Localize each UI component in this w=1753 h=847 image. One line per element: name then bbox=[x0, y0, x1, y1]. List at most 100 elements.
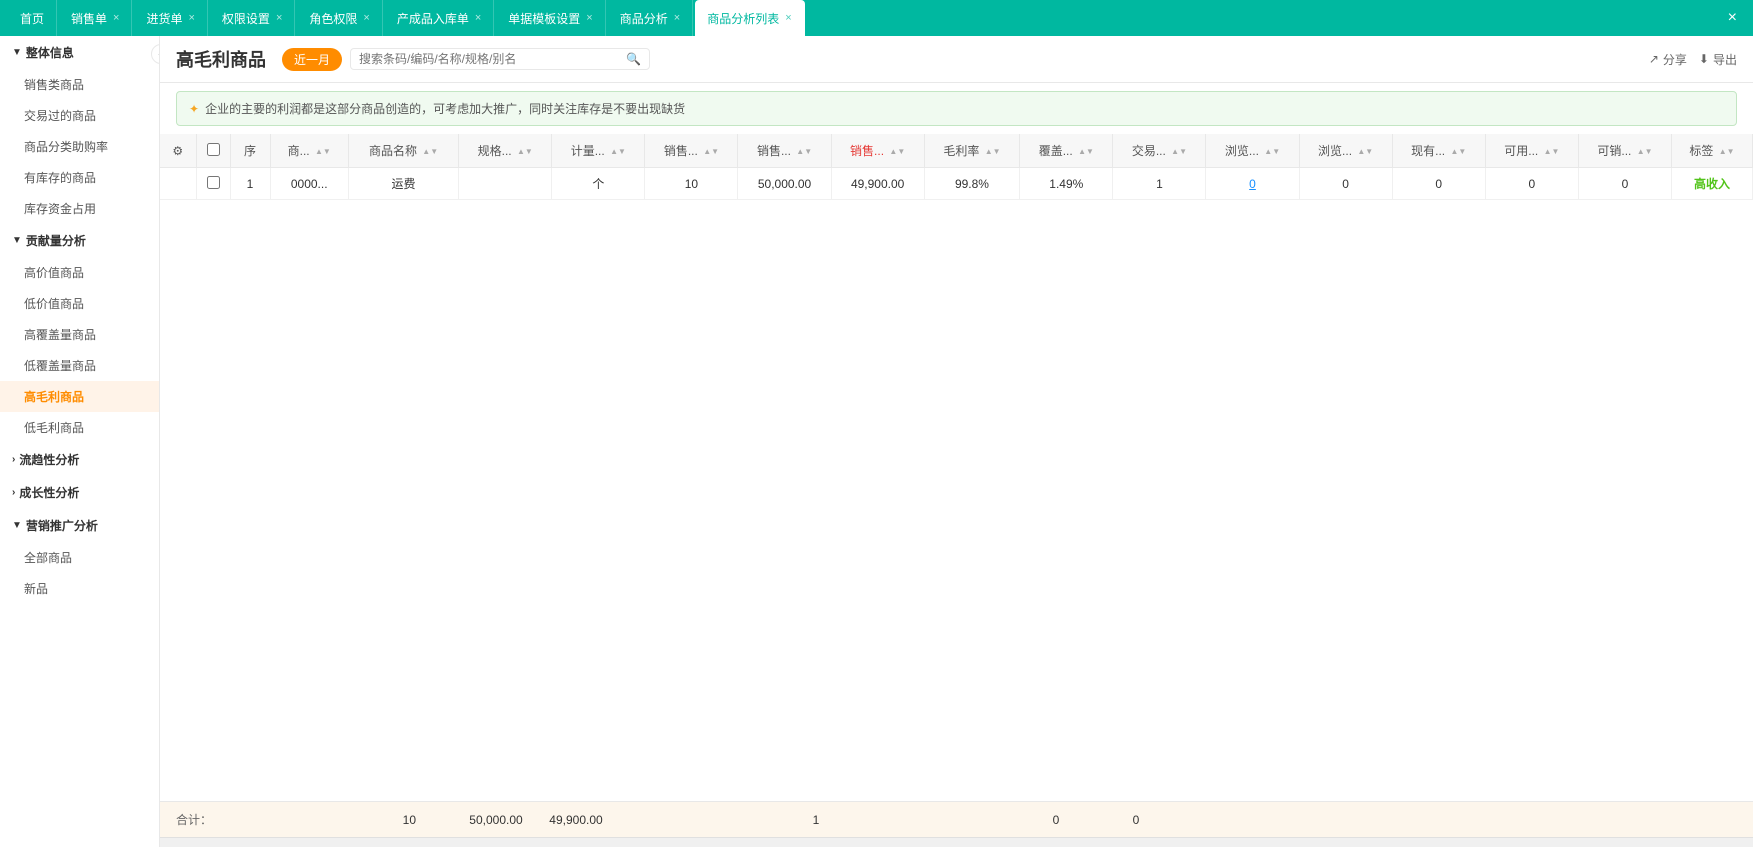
cell-settings bbox=[160, 168, 196, 200]
horizontal-scrollbar[interactable] bbox=[160, 837, 1753, 847]
footer-available-stock: 0 bbox=[1096, 813, 1176, 827]
arrow-contribution: ▼ bbox=[12, 235, 22, 246]
sort-views2: ▲▼ bbox=[1357, 148, 1373, 156]
top-nav: 首页 销售单 × 进货单 × 权限设置 × 角色权限 × 产成品入库单 × 单据… bbox=[0, 0, 1753, 36]
page-title: 高毛利商品 bbox=[176, 46, 266, 72]
sidebar-group-overall[interactable]: ▼ 整体信息 bbox=[0, 36, 159, 69]
sort-gross-margin: ▲▼ bbox=[985, 148, 1001, 156]
col-sellable-stock[interactable]: 可销... ▲▼ bbox=[1578, 134, 1671, 168]
nav-tab-analysis[interactable]: 商品分析 × bbox=[608, 0, 693, 36]
sidebar-group-trend[interactable]: › 流趋性分析 bbox=[0, 443, 159, 476]
sort-sales-amount: ▲▼ bbox=[796, 148, 812, 156]
arrow-marketing: ▼ bbox=[12, 520, 22, 531]
sidebar-item-category-assist[interactable]: 商品分类助购率 bbox=[0, 131, 159, 162]
nav-tab-permissions[interactable]: 权限设置 × bbox=[210, 0, 295, 36]
footer-transaction: 1 bbox=[776, 813, 856, 827]
sort-available-stock: ▲▼ bbox=[1544, 148, 1560, 156]
sidebar-item-sales-goods[interactable]: 销售类商品 bbox=[0, 69, 159, 100]
nav-tab-product-inbound[interactable]: 产成品入库单 × bbox=[385, 0, 494, 36]
col-name[interactable]: 商品名称 ▲▼ bbox=[348, 134, 458, 168]
col-views1[interactable]: 浏览... ▲▼ bbox=[1206, 134, 1299, 168]
close-permissions-tab[interactable]: × bbox=[276, 12, 282, 24]
export-icon: ⬇ bbox=[1699, 52, 1709, 66]
table-container: ⚙ 序 商... ▲▼ 商品名称 bbox=[160, 134, 1753, 801]
footer-spacer4 bbox=[936, 813, 1016, 827]
sidebar-item-high-margin[interactable]: 高毛利商品 bbox=[0, 381, 159, 412]
footer-spacer3 bbox=[856, 813, 936, 827]
search-input[interactable] bbox=[359, 52, 626, 66]
close-analysis-list-tab[interactable]: × bbox=[785, 12, 791, 24]
sidebar-group-growth[interactable]: › 成长性分析 bbox=[0, 476, 159, 509]
sidebar-item-low-value[interactable]: 低价值商品 bbox=[0, 288, 159, 319]
sidebar: « ▼ 整体信息 销售类商品 交易过的商品 商品分类助购率 有库存的商品 库存资… bbox=[0, 36, 160, 847]
col-tag[interactable]: 标签 ▲▼ bbox=[1672, 134, 1753, 168]
nav-tab-home[interactable]: 首页 bbox=[8, 0, 57, 36]
cell-coverage: 1.49% bbox=[1020, 168, 1113, 200]
sidebar-item-low-coverage[interactable]: 低覆盖量商品 bbox=[0, 350, 159, 381]
col-sales-qty[interactable]: 销售... ▲▼ bbox=[645, 134, 738, 168]
nav-tab-analysis-list[interactable]: 商品分析列表 × bbox=[695, 0, 804, 36]
sidebar-item-traded-goods[interactable]: 交易过的商品 bbox=[0, 100, 159, 131]
select-all-checkbox[interactable] bbox=[207, 143, 220, 156]
filter-month-btn[interactable]: 近一月 bbox=[282, 48, 342, 71]
col-unit[interactable]: 计量... ▲▼ bbox=[552, 134, 645, 168]
table-header-row: ⚙ 序 商... ▲▼ 商品名称 bbox=[160, 134, 1753, 168]
header-actions: ↗ 分享 ⬇ 导出 bbox=[1649, 51, 1737, 68]
sidebar-item-all-goods[interactable]: 全部商品 bbox=[0, 542, 159, 573]
close-product-inbound-tab[interactable]: × bbox=[475, 12, 481, 24]
sort-sales-profit: ▲▼ bbox=[889, 148, 905, 156]
col-sales-profit[interactable]: 销售... ▲▼ bbox=[831, 134, 924, 168]
close-all-tabs[interactable]: × bbox=[1720, 9, 1745, 27]
footer-sales-qty: 10 bbox=[256, 813, 456, 827]
col-sales-amount[interactable]: 销售... ▲▼ bbox=[738, 134, 831, 168]
close-template-tab[interactable]: × bbox=[586, 12, 592, 24]
col-transaction[interactable]: 交易... ▲▼ bbox=[1113, 134, 1206, 168]
nav-tab-sales[interactable]: 销售单 × bbox=[59, 0, 132, 36]
col-coverage[interactable]: 覆盖... ▲▼ bbox=[1020, 134, 1113, 168]
nav-tab-purchase[interactable]: 进货单 × bbox=[134, 0, 207, 36]
cell-name: 运费 bbox=[348, 168, 458, 200]
share-btn[interactable]: ↗ 分享 bbox=[1649, 51, 1687, 68]
col-code[interactable]: 商... ▲▼ bbox=[270, 134, 348, 168]
close-purchase-tab[interactable]: × bbox=[188, 12, 194, 24]
sidebar-item-in-stock[interactable]: 有库存的商品 bbox=[0, 162, 159, 193]
cell-spec bbox=[459, 168, 552, 200]
col-index: 序 bbox=[230, 134, 270, 168]
sidebar-item-low-margin[interactable]: 低毛利商品 bbox=[0, 412, 159, 443]
nav-tab-template[interactable]: 单据模板设置 × bbox=[496, 0, 605, 36]
close-sales-tab[interactable]: × bbox=[113, 12, 119, 24]
export-btn[interactable]: ⬇ 导出 bbox=[1699, 51, 1737, 68]
share-icon: ↗ bbox=[1649, 52, 1659, 66]
footer-values: 10 50,000.00 49,900.00 1 0 0 bbox=[256, 813, 1737, 827]
content-area: 高毛利商品 近一月 🔍 ↗ 分享 ⬇ 导出 ✦ 企业的主要的利润都是这部分商品创… bbox=[160, 36, 1753, 847]
sort-unit: ▲▼ bbox=[610, 148, 626, 156]
col-gross-margin[interactable]: 毛利率 ▲▼ bbox=[924, 134, 1020, 168]
row-checkbox[interactable] bbox=[207, 176, 220, 189]
sidebar-item-stock-capital[interactable]: 库存资金占用 bbox=[0, 193, 159, 224]
col-spec[interactable]: 规格... ▲▼ bbox=[459, 134, 552, 168]
info-banner: ✦ 企业的主要的利润都是这部分商品创造的，可考虑加大推广，同时关注库存是不要出现… bbox=[176, 91, 1737, 126]
sidebar-group-contribution[interactable]: ▼ 贡献量分析 bbox=[0, 224, 159, 257]
col-current-stock[interactable]: 现有... ▲▼ bbox=[1392, 134, 1485, 168]
col-available-stock[interactable]: 可用... ▲▼ bbox=[1485, 134, 1578, 168]
sidebar-item-high-coverage[interactable]: 高覆盖量商品 bbox=[0, 319, 159, 350]
close-analysis-tab[interactable]: × bbox=[674, 12, 680, 24]
cell-views1[interactable]: 0 bbox=[1206, 168, 1299, 200]
col-views2[interactable]: 浏览... ▲▼ bbox=[1299, 134, 1392, 168]
cell-transaction: 1 bbox=[1113, 168, 1206, 200]
nav-tab-roles[interactable]: 角色权限 × bbox=[297, 0, 382, 36]
arrow-overall: ▼ bbox=[12, 47, 22, 58]
cell-index: 1 bbox=[230, 168, 270, 200]
close-roles-tab[interactable]: × bbox=[363, 12, 369, 24]
search-bar: 🔍 bbox=[350, 48, 650, 70]
footer-current-stock: 0 bbox=[1016, 813, 1096, 827]
footer-label: 合计： bbox=[176, 811, 256, 828]
arrow-growth: › bbox=[12, 487, 15, 498]
col-settings[interactable]: ⚙ bbox=[160, 134, 196, 168]
sidebar-group-marketing[interactable]: ▼ 营销推广分析 bbox=[0, 509, 159, 542]
sidebar-item-high-value[interactable]: 高价值商品 bbox=[0, 257, 159, 288]
sidebar-item-new-goods[interactable]: 新品 bbox=[0, 573, 159, 604]
table-row: 1 0000... 运费 个 10 50,000.00 49,900.00 99… bbox=[160, 168, 1753, 200]
footer-spacer2 bbox=[696, 813, 776, 827]
search-icon[interactable]: 🔍 bbox=[626, 52, 641, 66]
